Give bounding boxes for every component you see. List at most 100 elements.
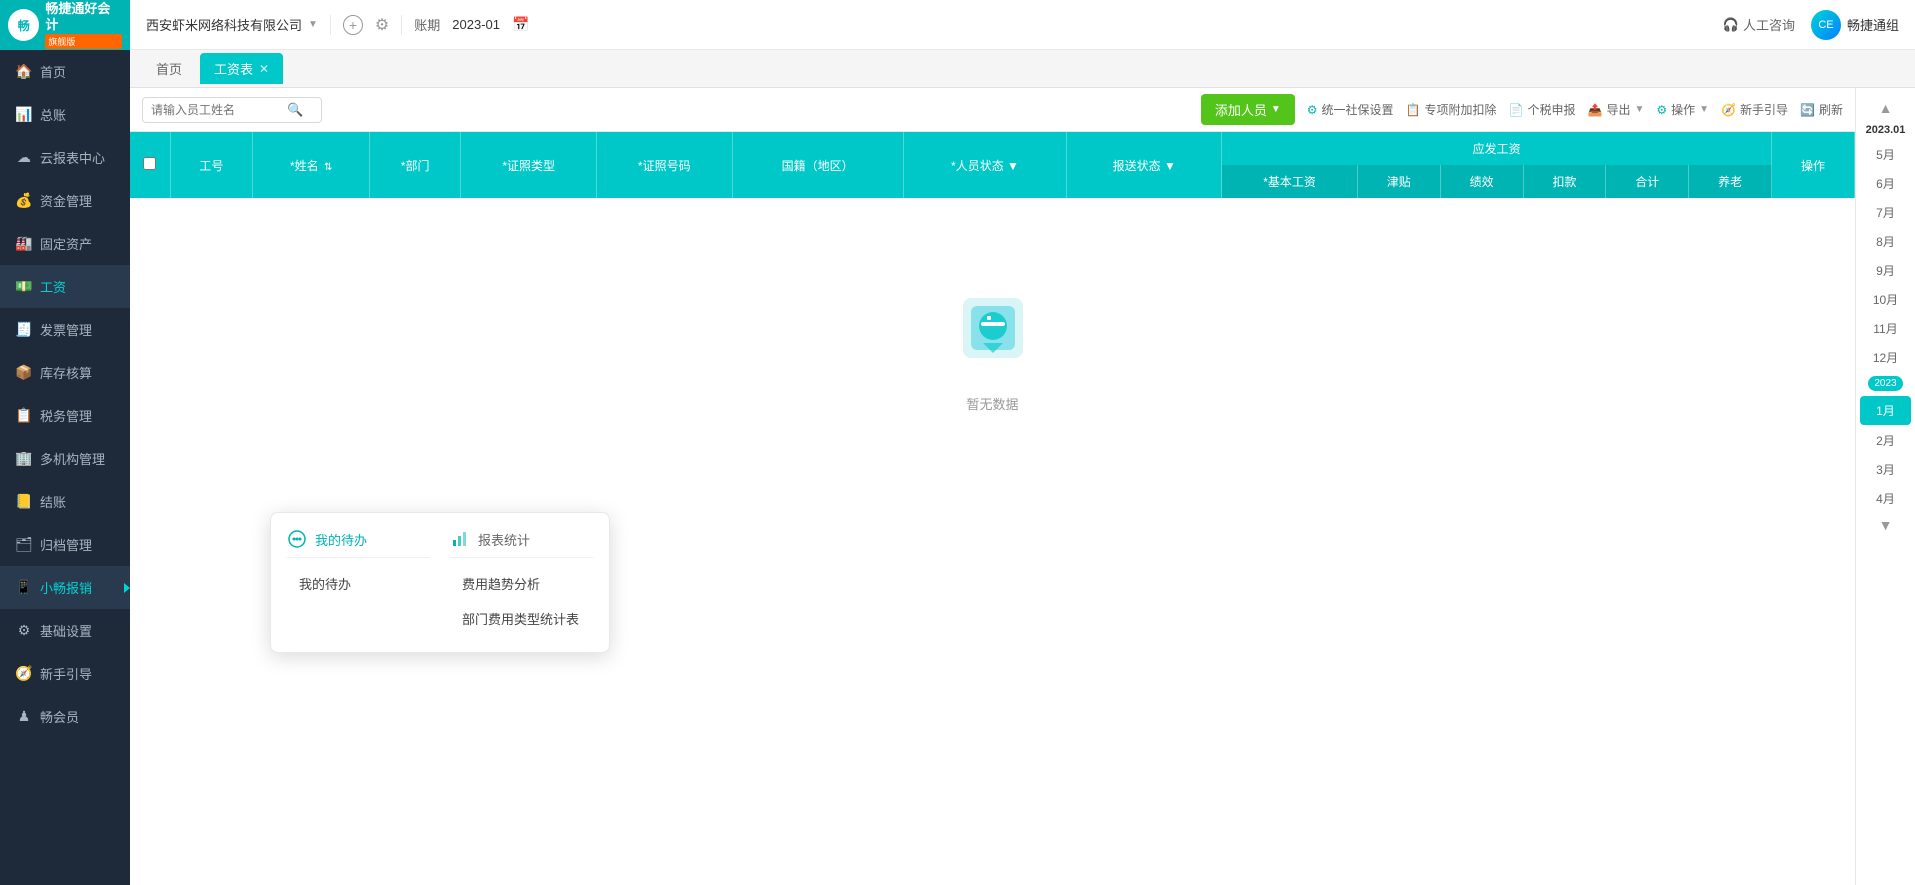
report-filter-icon: ▼ bbox=[1164, 159, 1176, 173]
sidebar-label-home: 首页 bbox=[40, 62, 66, 81]
content-area: 🔍 添加人员 ▼ ⚙ 统一社保设置 📋 专项附加扣除 bbox=[130, 88, 1915, 885]
th-name[interactable]: *姓名 ⇅ bbox=[253, 132, 370, 198]
salary-table-container: 工号 *姓名 ⇅ *部门 *证照类型 bbox=[130, 132, 1855, 885]
salary-table: 工号 *姓名 ⇅ *部门 *证照类型 bbox=[130, 132, 1855, 198]
toolbar: 🔍 添加人员 ▼ ⚙ 统一社保设置 📋 专项附加扣除 bbox=[130, 88, 1855, 132]
month-item-2[interactable]: 2月 bbox=[1856, 426, 1915, 455]
month-item-10[interactable]: 10月 bbox=[1856, 285, 1915, 314]
inventory-icon: 📦 bbox=[16, 365, 32, 381]
nav-popup: 我的待办 我的待办 bbox=[270, 512, 610, 653]
user-menu[interactable]: CE 畅捷通组 bbox=[1811, 10, 1899, 40]
sidebar: 畅 畅捷通好会计 旗舰版 🏠 首页 📊 总账 ☁ 云报表中心 💰 资金管理 🏭 … bbox=[0, 0, 130, 885]
special-deduction-button[interactable]: 📋 专项附加扣除 bbox=[1406, 101, 1497, 118]
sidebar-item-xiaochang[interactable]: 📱 小畅报销 bbox=[0, 566, 130, 609]
company-selector[interactable]: 西安虾米网络科技有限公司 ▼ bbox=[146, 15, 318, 34]
month-nav-down[interactable]: ▼ bbox=[1875, 513, 1897, 537]
social-security-button[interactable]: ⚙ 统一社保设置 bbox=[1307, 101, 1394, 118]
assets-icon: 🏭 bbox=[16, 236, 32, 252]
popup-reports-label: 报表统计 bbox=[478, 530, 530, 549]
sidebar-item-inventory[interactable]: 📦 库存核算 bbox=[0, 351, 130, 394]
th-base-salary: *基本工资 bbox=[1222, 165, 1358, 198]
guide-button[interactable]: 🧭 新手引导 bbox=[1721, 101, 1788, 118]
tax-icon: 📋 bbox=[16, 408, 32, 424]
tabbar: 首页 工资表 ✕ bbox=[130, 50, 1915, 88]
tax-report-button[interactable]: 📄 个税申报 bbox=[1509, 101, 1576, 118]
th-status[interactable]: *人员状态 ▼ bbox=[903, 132, 1067, 198]
month-item-4[interactable]: 4月 bbox=[1856, 484, 1915, 513]
operation-button[interactable]: ⚙ 操作 ▼ bbox=[1656, 101, 1709, 118]
sidebar-label-salary: 工资 bbox=[40, 277, 66, 296]
export-button[interactable]: 📤 导出 ▼ bbox=[1588, 101, 1645, 118]
th-allowance: 津贴 bbox=[1357, 165, 1440, 198]
sidebar-item-settings[interactable]: ⚙ 基础设置 bbox=[0, 609, 130, 652]
sidebar-item-home[interactable]: 🏠 首页 bbox=[0, 50, 130, 93]
sidebar-item-salary[interactable]: 💵 工资 bbox=[0, 265, 130, 308]
avatar: CE bbox=[1811, 10, 1841, 40]
empty-illustration bbox=[943, 278, 1043, 378]
month-panel: ▲ 2023.01 5月 6月 7月 8月 9月 10月 11月 12月 202… bbox=[1855, 88, 1915, 885]
sidebar-item-ledger[interactable]: 📊 总账 bbox=[0, 93, 130, 136]
period-label: 账期 bbox=[414, 15, 440, 34]
sidebar-item-archive[interactable]: 🗂 归档管理 bbox=[0, 523, 130, 566]
th-pension: 养老 bbox=[1689, 165, 1772, 198]
company-name: 西安虾米网络科技有限公司 bbox=[146, 15, 302, 34]
add-person-button[interactable]: 添加人员 ▼ bbox=[1201, 94, 1295, 125]
period-value: 2023-01 bbox=[452, 17, 500, 32]
sidebar-item-multi-org[interactable]: 🏢 多机构管理 bbox=[0, 437, 130, 480]
user-name: 畅捷通组 bbox=[1847, 15, 1899, 34]
tab-close-icon[interactable]: ✕ bbox=[259, 62, 269, 76]
tab-home[interactable]: 首页 bbox=[142, 53, 196, 84]
topbar-settings-icon[interactable]: ⚙ bbox=[375, 15, 389, 35]
todo-icon bbox=[287, 529, 307, 549]
sidebar-label-close-period: 结账 bbox=[40, 492, 66, 511]
month-item-1[interactable]: 1月 bbox=[1860, 396, 1911, 425]
topbar-divider-1 bbox=[330, 15, 331, 35]
month-item-5[interactable]: 5月 bbox=[1856, 140, 1915, 169]
main-area: 西安虾米网络科技有限公司 ▼ + ⚙ 账期 2023-01 📅 🎧 人工咨询 C… bbox=[130, 0, 1915, 885]
month-nav-up[interactable]: ▲ bbox=[1875, 96, 1897, 120]
add-company-button[interactable]: + bbox=[343, 15, 363, 35]
th-employee-id: 工号 bbox=[170, 132, 253, 198]
popup-dept-cost[interactable]: 部门费用类型统计表 bbox=[450, 601, 593, 636]
special-deduction-icon: 📋 bbox=[1406, 103, 1421, 117]
month-item-12[interactable]: 12月 bbox=[1856, 343, 1915, 372]
funds-icon: 💰 bbox=[16, 193, 32, 209]
special-deduction-label: 专项附加扣除 bbox=[1425, 101, 1497, 118]
help-button[interactable]: 🎧 人工咨询 bbox=[1723, 15, 1795, 34]
th-total: 合计 bbox=[1606, 165, 1689, 198]
operation-label: 操作 bbox=[1671, 101, 1695, 118]
company-dropdown-arrow: ▼ bbox=[308, 19, 318, 30]
month-item-7[interactable]: 7月 bbox=[1856, 198, 1915, 227]
sidebar-item-close-period[interactable]: 📒 结账 bbox=[0, 480, 130, 523]
popup-cost-trend[interactable]: 费用趋势分析 bbox=[450, 566, 593, 601]
th-report-status[interactable]: 报送状态 ▼ bbox=[1067, 132, 1222, 198]
export-icon: 📤 bbox=[1588, 103, 1603, 117]
refresh-button[interactable]: 🔄 刷新 bbox=[1800, 101, 1843, 118]
tab-salary[interactable]: 工资表 ✕ bbox=[200, 53, 283, 84]
guide-label: 新手引导 bbox=[1740, 101, 1788, 118]
th-deduction: 扣款 bbox=[1523, 165, 1606, 198]
month-item-3[interactable]: 3月 bbox=[1856, 455, 1915, 484]
refresh-icon: 🔄 bbox=[1800, 103, 1815, 117]
select-all-checkbox[interactable] bbox=[143, 157, 156, 170]
sidebar-item-member[interactable]: ♟ 畅会员 bbox=[0, 695, 130, 738]
sidebar-item-invoice[interactable]: 🧾 发票管理 bbox=[0, 308, 130, 351]
month-item-9[interactable]: 9月 bbox=[1856, 256, 1915, 285]
year-badge: 2023 bbox=[1868, 376, 1902, 391]
sidebar-item-tax[interactable]: 📋 税务管理 bbox=[0, 394, 130, 437]
month-item-11[interactable]: 11月 bbox=[1856, 314, 1915, 343]
sidebar-item-assets[interactable]: 🏭 固定资产 bbox=[0, 222, 130, 265]
sidebar-item-reports[interactable]: ☁ 云报表中心 bbox=[0, 136, 130, 179]
salary-icon: 💵 bbox=[16, 279, 32, 295]
sidebar-item-funds[interactable]: 💰 资金管理 bbox=[0, 179, 130, 222]
popup-todo-item[interactable]: 我的待办 bbox=[287, 566, 430, 601]
th-department: *部门 bbox=[370, 132, 461, 198]
checkbox-header[interactable] bbox=[130, 132, 170, 198]
sidebar-item-guide[interactable]: 🧭 新手引导 bbox=[0, 652, 130, 695]
operation-dropdown-icon: ▼ bbox=[1699, 104, 1709, 115]
th-salary-group: 应发工资 bbox=[1222, 132, 1772, 165]
month-item-8[interactable]: 8月 bbox=[1856, 227, 1915, 256]
calendar-icon[interactable]: 📅 bbox=[512, 16, 529, 33]
month-item-6[interactable]: 6月 bbox=[1856, 169, 1915, 198]
search-input[interactable] bbox=[151, 103, 281, 117]
